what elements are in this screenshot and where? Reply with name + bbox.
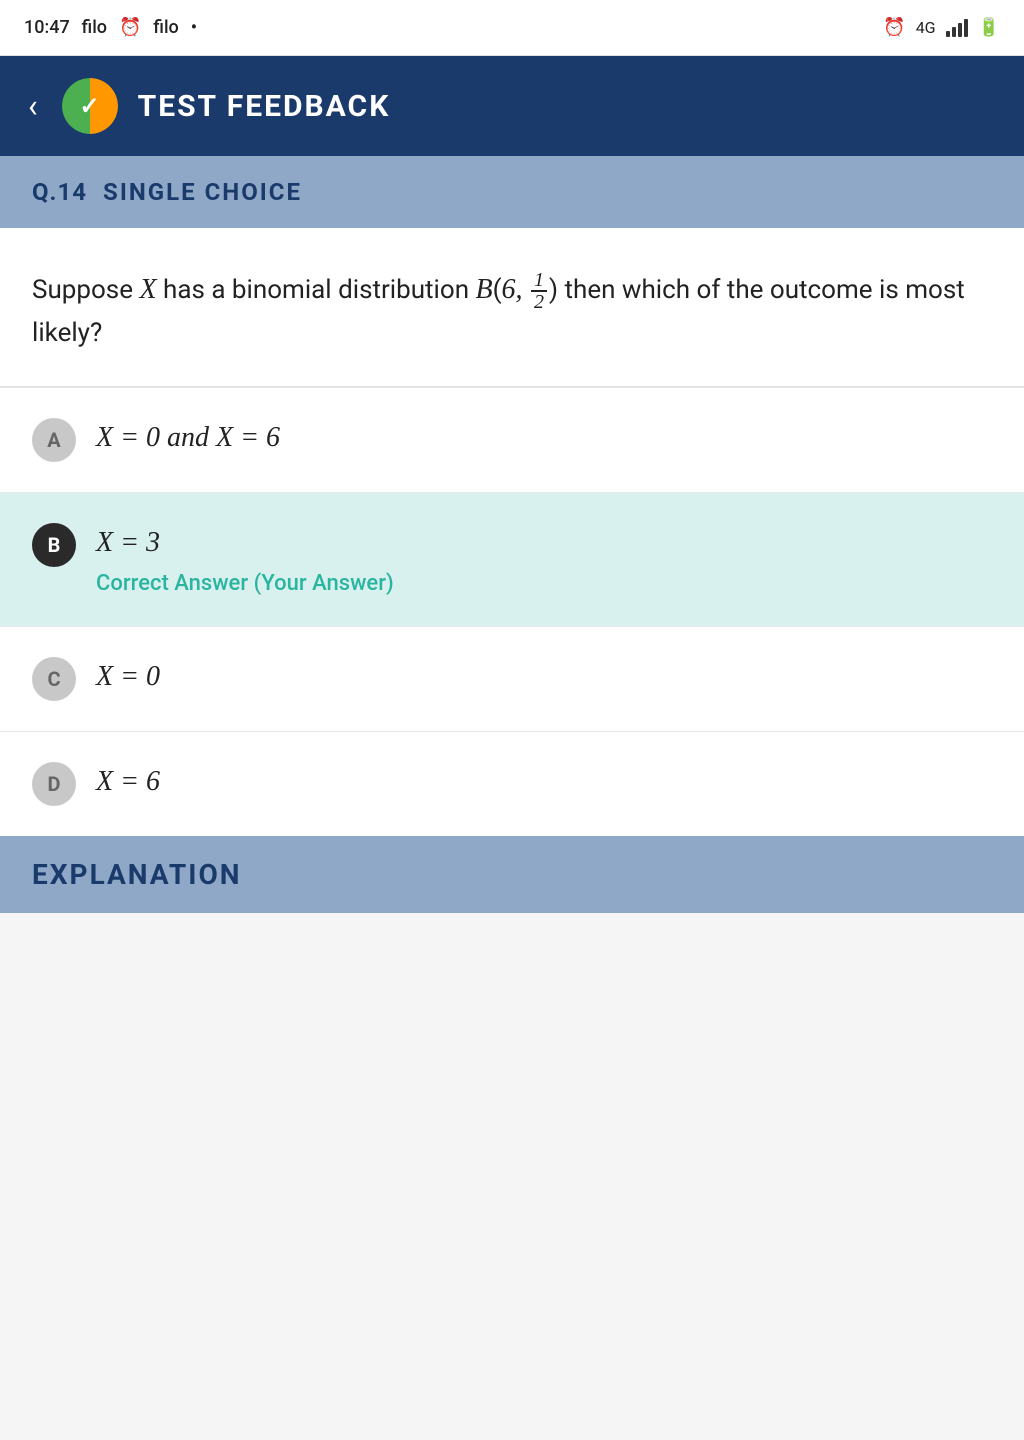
question-body: Suppose X has a binomial distribution B(…	[0, 228, 1024, 387]
q-var-X: X	[139, 274, 156, 305]
fraction-denominator: 2	[531, 292, 547, 312]
option-math-c: X = 0	[96, 657, 992, 696]
status-bar: 10:47 filo ⏰ filo • ⏰ 4G 🔋	[0, 0, 1024, 56]
bar1	[946, 31, 950, 37]
option-label-b: B	[48, 533, 61, 557]
alarm-icon: ⏰	[883, 17, 905, 38]
q-fraction: 12	[531, 270, 547, 312]
back-chevron-icon: ‹	[28, 90, 38, 122]
bar2	[952, 27, 956, 37]
options-container: A X = 0 and X = 6 B X = 3 Correct Answer…	[0, 387, 1024, 835]
q-paren-close: )	[549, 275, 558, 305]
option-label-d: D	[48, 772, 61, 796]
option-content-b: X = 3 Correct Answer (Your Answer)	[96, 523, 992, 595]
app-logo: ✓	[62, 78, 118, 134]
checkmark-icon: ✓	[80, 92, 100, 120]
q-B-expr: B	[476, 274, 493, 305]
option-badge-c: C	[32, 657, 76, 701]
option-row-d[interactable]: D X = 6	[0, 731, 1024, 836]
status-left: 10:47 filo ⏰ filo •	[24, 17, 197, 38]
fraction-numerator: 1	[531, 270, 547, 292]
q-text-mid: has a binomial distribution	[157, 275, 476, 305]
status-app1: filo	[82, 17, 107, 38]
option-badge-b: B	[32, 523, 76, 567]
correct-answer-label: Correct Answer (Your Answer)	[96, 571, 992, 596]
question-header: Q.14 SINGLE CHOICE	[0, 156, 1024, 228]
header-title: TEST FEEDBACK	[138, 89, 391, 124]
status-app2: filo	[153, 17, 178, 38]
q-text-before: Suppose	[32, 275, 139, 305]
question-number: Q.14	[32, 178, 87, 206]
option-badge-a: A	[32, 418, 76, 462]
explanation-title: EXPLANATION	[32, 858, 242, 891]
option-content-d: X = 6	[96, 762, 992, 801]
option-content-a: X = 0 and X = 6	[96, 418, 992, 457]
option-label-c: C	[47, 667, 60, 691]
app-header: ‹ ✓ TEST FEEDBACK	[0, 56, 1024, 156]
battery-icon: 🔋	[978, 17, 1000, 38]
option-content-c: X = 0	[96, 657, 992, 696]
signal-bars	[946, 19, 968, 37]
status-dot: •	[191, 17, 197, 38]
option-badge-d: D	[32, 762, 76, 806]
bar3	[958, 23, 962, 37]
option-math-b: X = 3	[96, 523, 992, 562]
status-time: 10:47	[24, 17, 70, 38]
question-text: Suppose X has a binomial distribution B(…	[32, 268, 992, 354]
option-label-a: A	[47, 428, 60, 452]
option-row-a[interactable]: A X = 0 and X = 6	[0, 387, 1024, 492]
network-type: 4G	[916, 18, 936, 37]
q-paren-open: (	[493, 275, 502, 305]
clock-icon: ⏰	[119, 17, 141, 38]
back-button[interactable]: ‹	[28, 90, 42, 122]
explanation-section: EXPLANATION	[0, 836, 1024, 913]
option-math-d: X = 6	[96, 762, 992, 801]
option-row-b[interactable]: B X = 3 Correct Answer (Your Answer)	[0, 492, 1024, 625]
logo-circle-inner: ✓	[62, 78, 118, 134]
bar4	[964, 19, 968, 37]
option-math-a: X = 0 and X = 6	[96, 418, 992, 457]
q-n-val: 6,	[502, 274, 523, 305]
question-type: SINGLE CHOICE	[103, 178, 302, 206]
status-right: ⏰ 4G 🔋	[883, 17, 1000, 38]
option-row-c[interactable]: C X = 0	[0, 626, 1024, 731]
